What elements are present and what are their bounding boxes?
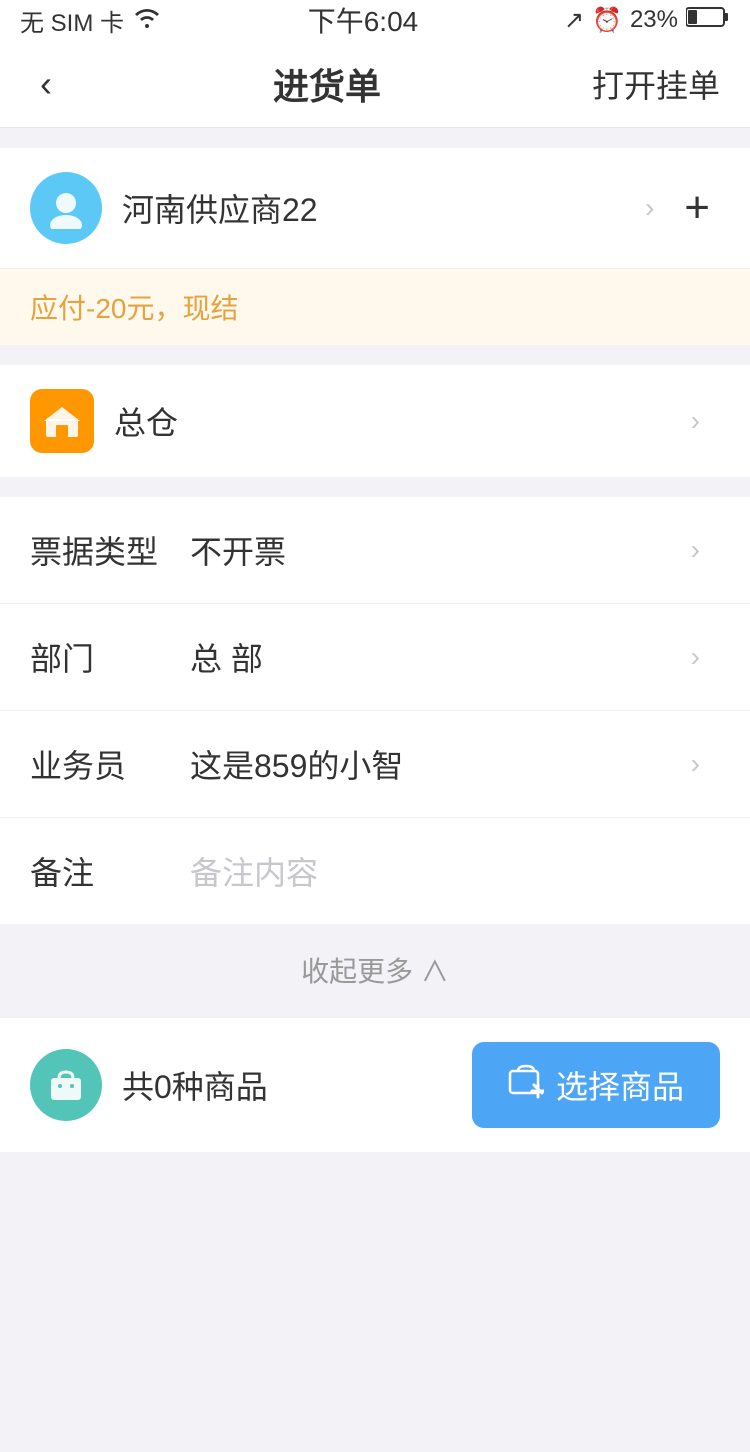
supplier-avatar [30,172,102,244]
open-hang-order-button[interactable]: 打开挂单 [592,61,720,107]
remark-label: 备注 [30,848,170,894]
invoice-type-label: 票据类型 [30,527,170,573]
product-count-text: 共0种商品 [122,1062,268,1108]
product-count-left: 共0种商品 [30,1049,268,1121]
warehouse-row[interactable]: 总仓 › [0,365,750,477]
page-title: 进货单 [273,58,381,110]
department-chevron-icon: › [691,641,700,673]
form-section: 票据类型 不开票 › 部门 总 部 › 业务员 这是859的小智 › 备注 备注… [0,497,750,924]
status-right: ↗ ⏰ 23% [564,6,730,35]
back-button[interactable]: ‹ [30,53,62,115]
invoice-type-value: 不开票 [170,527,691,573]
department-row[interactable]: 部门 总 部 › [0,604,750,711]
select-product-button[interactable]: 选择商品 [472,1042,720,1128]
no-sim-text: 无 SIM 卡 [20,3,124,38]
salesperson-label: 业务员 [30,741,170,787]
add-supplier-button[interactable]: + [674,186,720,230]
product-count-icon [30,1049,102,1121]
remark-row[interactable]: 备注 备注内容 [0,818,750,924]
nav-bar: ‹ 进货单 打开挂单 [0,40,750,128]
invoice-type-row[interactable]: 票据类型 不开票 › [0,497,750,604]
status-left: 无 SIM 卡 [20,3,162,38]
bottom-bar: 共0种商品 选择商品 [0,1018,750,1152]
gray-area [0,1152,750,1452]
warehouse-chevron-icon: › [691,405,700,437]
salesperson-chevron-icon: › [691,748,700,780]
supplier-name: 河南供应商22 [122,185,645,231]
content-area: 河南供应商22 › + 应付-20元，现结 总仓 › 票据类型 不开票 › 部门… [0,148,750,1452]
department-label: 部门 [30,634,170,680]
invoice-type-chevron-icon: › [691,534,700,566]
supplier-chevron-icon: › [645,192,654,224]
department-value: 总 部 [170,634,691,680]
supplier-row[interactable]: 河南供应商22 › + [0,148,750,269]
select-product-label: 选择商品 [556,1062,684,1108]
collapse-row[interactable]: 收起更多 ∧ [0,924,750,1016]
salesperson-value: 这是859的小智 [170,741,691,787]
wifi-icon [132,6,162,35]
location-icon: ↗ [564,6,584,35]
battery-icon [686,6,730,35]
status-bar: 无 SIM 卡 下午6:04 ↗ ⏰ 23% [0,0,750,40]
supplier-section: 河南供应商22 › + 应付-20元，现结 [0,148,750,345]
status-time: 下午6:04 [308,0,419,40]
battery-text: 23% [630,6,678,34]
warehouse-name: 总仓 [114,398,691,444]
select-product-icon [508,1063,544,1107]
salesperson-row[interactable]: 业务员 这是859的小智 › [0,711,750,818]
alarm-icon: ⏰ [592,6,622,35]
warehouse-icon [30,389,94,453]
remark-value: 备注内容 [170,848,720,894]
alert-banner: 应付-20元，现结 [0,269,750,345]
